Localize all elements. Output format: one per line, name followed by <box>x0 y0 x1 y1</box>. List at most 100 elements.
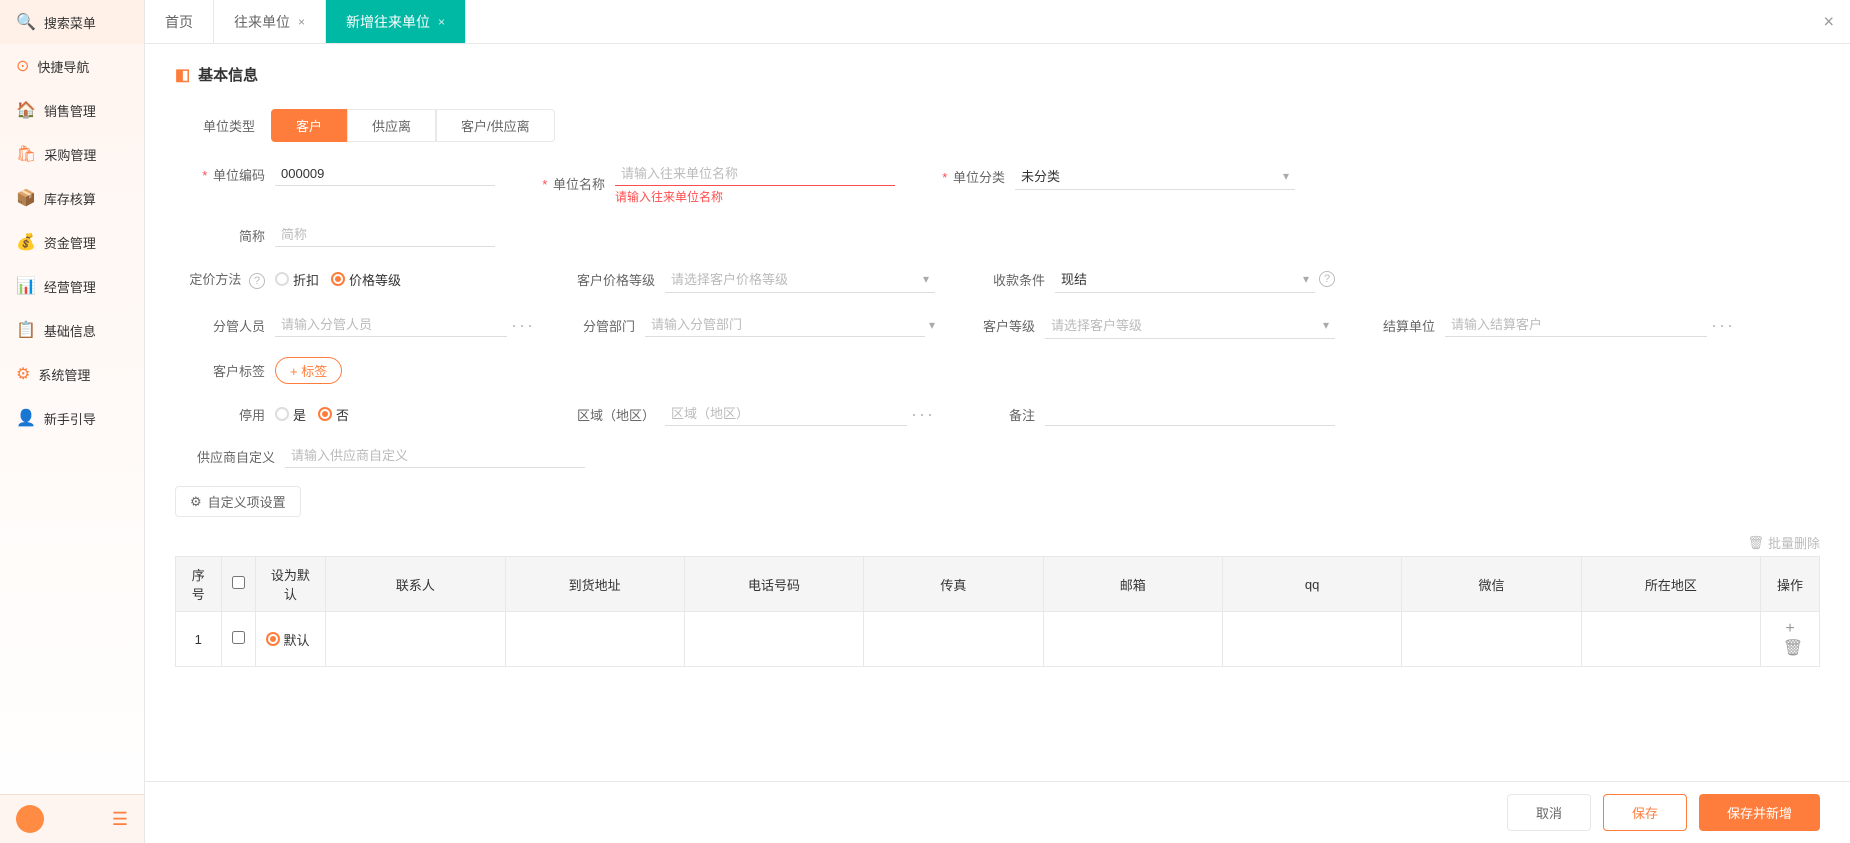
email-input[interactable] <box>1054 632 1212 647</box>
field-customer-level: 客户等级 请选择客户等级 ▾ <box>955 311 1335 339</box>
custom-settings-button[interactable]: ⚙ 自定义项设置 <box>175 486 301 517</box>
default-radio-item[interactable]: 默认 <box>266 630 316 649</box>
payment-help-icon[interactable]: ? <box>1319 271 1335 287</box>
pricing-discount-option[interactable]: 折扣 <box>275 270 319 289</box>
sidebar-item-label: 搜索菜单 <box>44 13 96 32</box>
col-contact: 联系人 <box>326 557 505 612</box>
region-dots-button[interactable]: ··· <box>911 404 935 425</box>
manager-label: 分管人员 <box>175 316 275 335</box>
row-checkbox[interactable] <box>221 612 255 667</box>
batch-delete-label: 批量删除 <box>1768 533 1820 552</box>
field-department: 分管部门 ▾ <box>555 313 935 337</box>
row-wechat[interactable] <box>1402 612 1581 667</box>
sidebar-item-basic[interactable]: 📋 基础信息 <box>0 308 144 352</box>
row-email[interactable] <box>1043 612 1222 667</box>
pricing-grade-option[interactable]: 价格等级 <box>331 270 401 289</box>
unit-code-input[interactable] <box>275 162 495 186</box>
grade-label: 价格等级 <box>349 270 401 289</box>
sidebar-item-inventory[interactable]: 📦 库存核算 <box>0 176 144 220</box>
unit-type-supplier-button[interactable]: 供应离 <box>347 109 436 142</box>
sidebar-item-finance[interactable]: 💰 资金管理 <box>0 220 144 264</box>
field-disabled: 停用 是 否 <box>175 405 535 424</box>
form-row-supplier-custom: 供应商自定义 <box>175 444 1820 468</box>
tab-units-close[interactable]: × <box>298 15 305 29</box>
add-tag-button[interactable]: + 标签 <box>275 357 342 384</box>
supplier-custom-label: 供应商自定义 <box>175 447 285 466</box>
payment-terms-arrow: ▾ <box>1303 272 1309 286</box>
disabled-yes-option[interactable]: 是 <box>275 405 306 424</box>
customer-level-select[interactable]: 请选择客户等级 ▾ <box>1045 311 1335 339</box>
cancel-button[interactable]: 取消 <box>1507 794 1591 831</box>
tab-home[interactable]: 首页 <box>145 0 214 43</box>
unit-name-label: * 单位名称 <box>515 174 615 193</box>
grade-radio <box>331 272 345 286</box>
region-input[interactable] <box>665 402 907 426</box>
col-address: 到货地址 <box>505 557 684 612</box>
col-fax: 传真 <box>864 557 1043 612</box>
discount-radio <box>275 272 289 286</box>
payment-terms-select[interactable]: 现结 ▾ <box>1055 265 1315 293</box>
row-address[interactable] <box>505 612 684 667</box>
select-all-checkbox[interactable] <box>232 576 245 589</box>
unit-type-customer-button[interactable]: 客户 <box>271 109 347 142</box>
sidebar-item-search[interactable]: 🔍 搜索菜单 <box>0 0 144 44</box>
department-input[interactable] <box>645 313 925 337</box>
unit-category-select[interactable]: 未分类 ▾ <box>1015 162 1295 190</box>
sidebar-item-operations[interactable]: 📊 经营管理 <box>0 264 144 308</box>
row-phone[interactable] <box>684 612 863 667</box>
delete-row-button[interactable]: 🗑 <box>1783 640 1803 657</box>
row-contact[interactable] <box>326 612 505 667</box>
disabled-label: 停用 <box>175 405 275 424</box>
sidebar-item-label: 销售管理 <box>44 101 96 120</box>
settlement-dots-button[interactable]: ··· <box>1711 315 1735 336</box>
form-row-disabled: 停用 是 否 区域（地区） ··· <box>175 402 1820 426</box>
location-input[interactable] <box>1592 632 1750 647</box>
contacts-table: 序号 设为默认 联系人 到货地址 电话号码 传真 邮箱 qq 微信 所在地区 操… <box>175 556 1820 667</box>
row-fax[interactable] <box>864 612 1043 667</box>
settlement-unit-input[interactable] <box>1445 313 1707 337</box>
customer-price-level-select[interactable]: 请选择客户价格等级 ▾ <box>665 265 935 293</box>
address-input[interactable] <box>516 632 674 647</box>
phone-input[interactable] <box>695 632 853 647</box>
row-checkbox-input[interactable] <box>232 631 245 644</box>
field-abbreviation: 简称 <box>175 223 495 247</box>
required-marker3: * <box>942 170 947 185</box>
wechat-input[interactable] <box>1412 632 1570 647</box>
tab-home-label: 首页 <box>165 12 193 32</box>
pricing-help-icon[interactable]: ? <box>249 273 265 289</box>
tab-new-unit[interactable]: 新增往来单位 × <box>326 0 466 43</box>
tab-new-unit-close[interactable]: × <box>438 15 445 29</box>
sidebar-item-purchase[interactable]: 🛍 采购管理 <box>0 132 144 176</box>
operations-icon: 📊 <box>16 276 36 296</box>
col-checkbox[interactable] <box>221 557 255 612</box>
supplier-custom-input[interactable] <box>285 444 585 468</box>
manager-dots-button[interactable]: ··· <box>511 315 535 336</box>
unit-name-input[interactable] <box>615 162 895 186</box>
unit-type-both-button[interactable]: 客户/供应离 <box>436 109 555 142</box>
tab-units[interactable]: 往来单位 × <box>214 0 326 43</box>
manager-input[interactable] <box>275 313 507 337</box>
window-close-button[interactable]: × <box>1823 11 1834 32</box>
qq-input[interactable] <box>1233 632 1392 647</box>
abbreviation-input[interactable] <box>275 223 495 247</box>
sidebar-item-quicknav[interactable]: ⊙ 快捷导航 <box>0 44 144 88</box>
add-row-button[interactable]: + <box>1785 620 1794 637</box>
save-button[interactable]: 保存 <box>1603 794 1687 831</box>
sidebar-item-guide[interactable]: 👤 新手引导 <box>0 396 144 440</box>
unit-category-label-text: 单位分类 <box>953 170 1005 185</box>
guide-icon: 👤 <box>16 408 36 428</box>
row-location[interactable] <box>1581 612 1760 667</box>
save-new-button[interactable]: 保存并新增 <box>1699 794 1820 831</box>
remark-input[interactable] <box>1045 402 1335 426</box>
hamburger-icon[interactable]: ☰ <box>112 809 128 830</box>
field-customer-price-level: 客户价格等级 请选择客户价格等级 ▾ <box>555 265 935 293</box>
row-qq[interactable] <box>1222 612 1402 667</box>
fax-input[interactable] <box>874 632 1032 647</box>
sidebar-item-sales[interactable]: 🏠 销售管理 <box>0 88 144 132</box>
col-email: 邮箱 <box>1043 557 1222 612</box>
field-region: 区域（地区） ··· <box>555 402 935 426</box>
sidebar-item-system[interactable]: ⚙ 系统管理 <box>0 352 144 396</box>
contact-input[interactable] <box>336 632 494 647</box>
disabled-no-option[interactable]: 否 <box>318 405 349 424</box>
row-default[interactable]: 默认 <box>255 612 326 667</box>
